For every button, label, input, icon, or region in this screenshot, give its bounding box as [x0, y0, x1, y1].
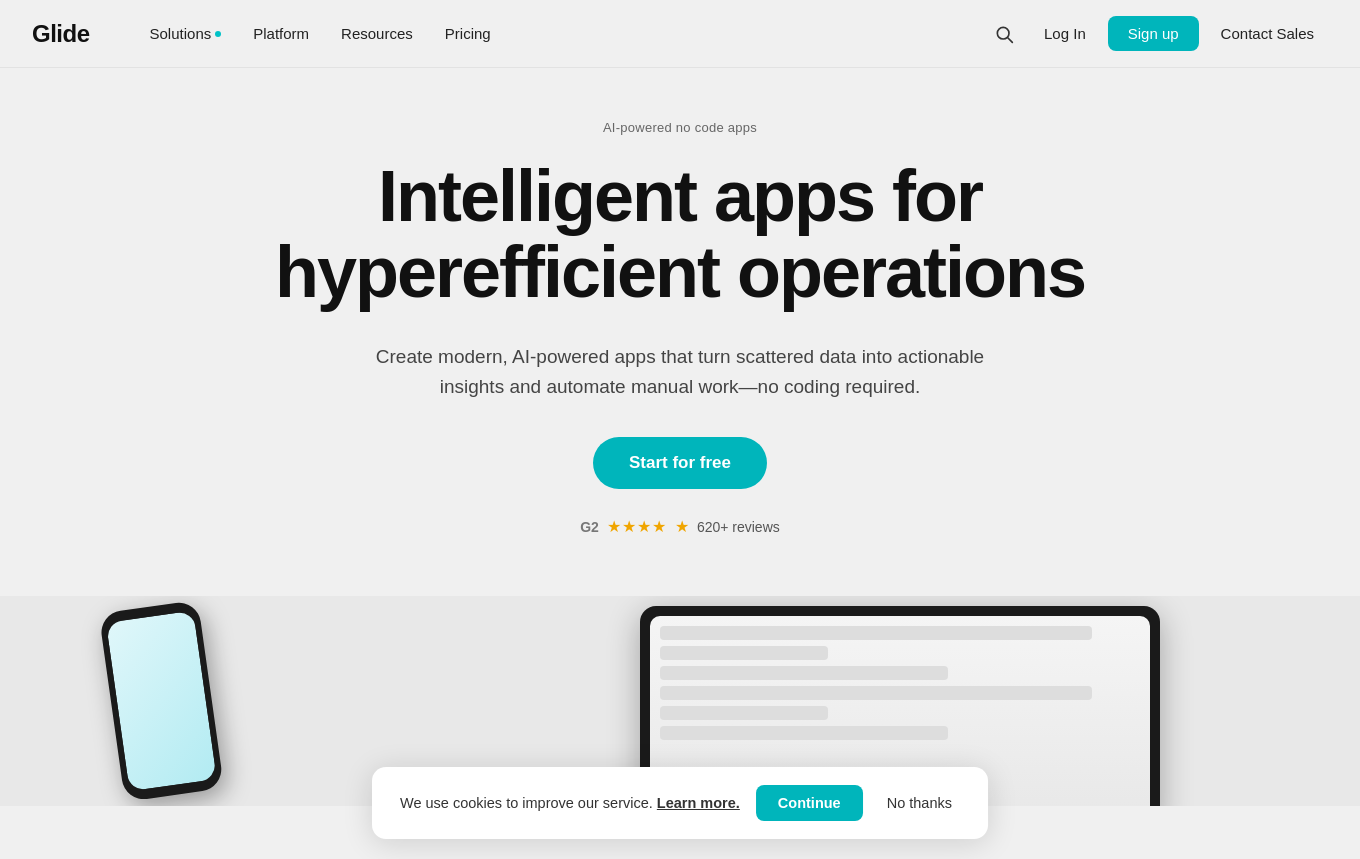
svg-line-1 [1008, 37, 1013, 42]
rating-source: G2 [580, 519, 599, 535]
hero-subtitle: Create modern, AI-powered apps that turn… [370, 342, 990, 401]
login-button[interactable]: Log In [1030, 17, 1100, 50]
nav-dot-indicator [215, 31, 221, 37]
search-button[interactable] [986, 16, 1022, 52]
tablet-row [660, 626, 1092, 640]
tablet-row [660, 706, 828, 720]
nav-links: Solutions Platform Resources Pricing [138, 17, 987, 50]
phone-body [99, 600, 224, 802]
rating-half-star: ★ [675, 517, 689, 536]
contact-sales-button[interactable]: Contact Sales [1207, 17, 1328, 50]
tablet-row [660, 726, 948, 740]
nav-resources[interactable]: Resources [329, 17, 425, 50]
nav-pricing[interactable]: Pricing [433, 17, 503, 50]
cookie-message: We use cookies to improve our service. L… [400, 795, 740, 811]
cookie-banner: We use cookies to improve our service. L… [372, 767, 988, 839]
tablet-row [660, 686, 1092, 700]
phone-mockup [80, 596, 240, 806]
nav-platform[interactable]: Platform [241, 17, 321, 50]
rating-count: 620+ reviews [697, 519, 780, 535]
cookie-no-thanks-button[interactable]: No thanks [879, 785, 960, 821]
hero-section: AI-powered no code apps Intelligent apps… [0, 0, 1360, 596]
cookie-continue-button[interactable]: Continue [756, 785, 863, 821]
rating-stars: ★★★★ [607, 517, 667, 536]
hero-title: Intelligent apps for hyperefficient oper… [230, 159, 1130, 310]
phone-screen-content [106, 611, 217, 792]
rating-row: G2 ★★★★ ★ 620+ reviews [0, 517, 1360, 536]
nav-actions: Log In Sign up Contact Sales [986, 16, 1328, 52]
cookie-learn-more-link[interactable]: Learn more. [657, 795, 740, 811]
brand-logo[interactable]: Glide [32, 20, 90, 48]
nav-solutions[interactable]: Solutions [138, 17, 234, 50]
signup-button[interactable]: Sign up [1108, 16, 1199, 51]
tablet-row [660, 646, 828, 660]
phone-screen [106, 611, 217, 792]
hero-eyebrow: AI-powered no code apps [0, 120, 1360, 135]
start-free-button[interactable]: Start for free [593, 437, 767, 489]
navbar: Glide Solutions Platform Resources Prici… [0, 0, 1360, 68]
tablet-row [660, 666, 948, 680]
search-icon [994, 24, 1014, 44]
